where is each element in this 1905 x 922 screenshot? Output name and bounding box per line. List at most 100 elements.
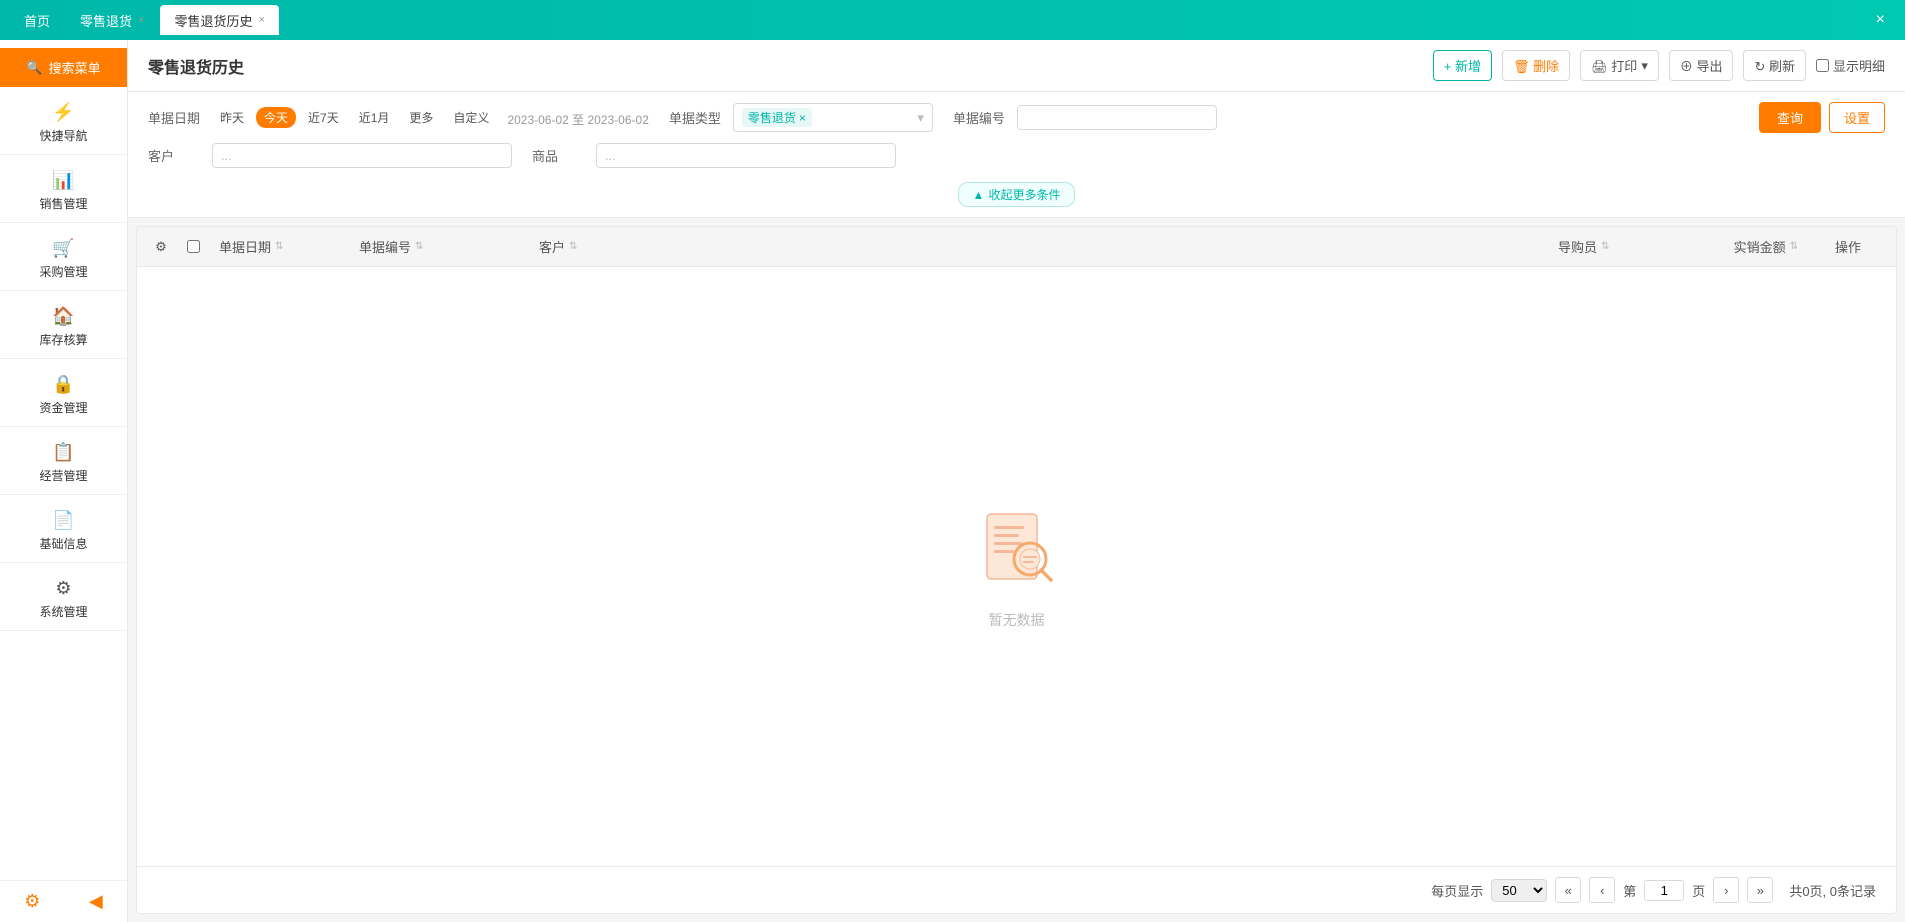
show-detail-checkbox-label[interactable]: 显示明细 [1816, 56, 1885, 75]
main-content: 零售退货历史 + 新增 🗑 删除 🖨 打印 ▾ ⊕ 导出 ↻ 刷新 [128, 40, 1905, 922]
sort-amount-icon[interactable]: ⇅ [1790, 241, 1798, 252]
page-label: 第 [1623, 881, 1636, 900]
system-icon: ⚙ [53, 577, 75, 599]
collapse-row: ▲ 收起更多条件 [148, 178, 1885, 207]
sidebar-search[interactable]: 🔍 搜索菜单 [0, 48, 127, 87]
quick-nav-icon: ⚡ [53, 101, 75, 123]
page-header: 零售退货历史 + 新增 🗑 删除 🖨 打印 ▾ ⊕ 导出 ↻ 刷新 [128, 40, 1905, 92]
prev-page-button[interactable]: ‹ [1589, 877, 1615, 903]
home-tab-label: 首页 [24, 11, 50, 30]
customer-select[interactable]: ... [212, 143, 512, 168]
date-range-display: 2023-06-02 至 2023-06-02 [507, 111, 648, 128]
sidebar-item-operations[interactable]: 📋 经营管理 [0, 427, 127, 495]
sidebar-item-purchase[interactable]: 🛒 采购管理 [0, 223, 127, 291]
sort-date-icon[interactable]: ⇅ [275, 241, 283, 252]
th-number: 单据编号 ⇅ [349, 237, 529, 256]
refresh-button-label: ↻ 刷新 [1754, 56, 1795, 75]
export-button[interactable]: ⊕ 导出 [1669, 50, 1734, 81]
tab1-label: 零售退货 [80, 11, 132, 30]
th-number-label: 单据编号 [359, 237, 411, 256]
sidebar-item-finance[interactable]: 🔒 资金管理 [0, 359, 127, 427]
voucher-type-tag: 零售退货 × [742, 108, 812, 127]
sort-customer-icon[interactable]: ⇅ [569, 241, 577, 252]
goods-select[interactable]: ... [596, 143, 896, 168]
collapse-sidebar-icon[interactable]: ◀ [89, 891, 103, 912]
th-checkbox[interactable] [177, 240, 209, 253]
last-page-button[interactable]: » [1747, 877, 1773, 903]
sidebar-item-label: 销售管理 [39, 195, 87, 212]
add-button[interactable]: + 新增 [1433, 50, 1492, 81]
voucher-type-label: 单据类型 [669, 108, 725, 127]
voucher-number-input[interactable] [1017, 105, 1217, 130]
sidebar-bottom: ⚙ ◀ [0, 880, 127, 922]
date-filter: 单据日期 昨天 今天 近7天 近1月 更多 自定义 [148, 107, 497, 128]
page-unit-label: 页 [1692, 881, 1705, 900]
delete-button-label: 🗑 删除 [1513, 56, 1559, 75]
customer-filter: 客户 ... [148, 143, 512, 168]
inventory-icon: 🏠 [53, 305, 75, 327]
finance-icon: 🔒 [53, 373, 75, 395]
th-action-label: 操作 [1835, 237, 1861, 256]
date-btn-custom[interactable]: 自定义 [445, 107, 497, 128]
sidebar-item-label: 基础信息 [39, 535, 87, 552]
delete-button[interactable]: 🗑 删除 [1502, 50, 1570, 81]
filter-row-1: 单据日期 昨天 今天 近7天 近1月 更多 自定义 2023-06-02 至 2… [148, 102, 1885, 133]
sidebar-item-label: 系统管理 [39, 603, 87, 620]
per-page-select[interactable]: 10 20 50 100 [1491, 879, 1547, 902]
date-btn-7days[interactable]: 近7天 [300, 107, 347, 128]
top-bar: 首页 零售退货 × 零售退货历史 × × [0, 0, 1905, 40]
print-button[interactable]: 🖨 打印 ▾ [1580, 50, 1659, 81]
sales-icon: 📊 [53, 169, 75, 191]
customer-placeholder: ... [221, 148, 232, 163]
th-settings[interactable]: ⚙ [145, 239, 177, 255]
empty-text: 暂无数据 [989, 610, 1045, 630]
collapse-button[interactable]: ▲ 收起更多条件 [958, 182, 1076, 207]
tab2-label: 零售退货历史 [174, 11, 252, 30]
select-all-checkbox[interactable] [187, 240, 200, 253]
refresh-button[interactable]: ↻ 刷新 [1743, 50, 1806, 81]
sidebar-item-label: 资金管理 [39, 399, 87, 416]
sidebar-item-sales[interactable]: 📊 销售管理 [0, 155, 127, 223]
tab1-close-icon[interactable]: × [138, 14, 144, 26]
th-date: 单据日期 ⇅ [209, 237, 349, 256]
filter-area: 单据日期 昨天 今天 近7天 近1月 更多 自定义 2023-06-02 至 2… [128, 92, 1905, 218]
show-detail-label: 显示明细 [1833, 56, 1885, 75]
sidebar-item-basic-info[interactable]: 📄 基础信息 [0, 495, 127, 563]
next-page-button[interactable]: › [1713, 877, 1739, 903]
sidebar-item-label: 库存核算 [39, 331, 87, 348]
basic-info-icon: 📄 [53, 509, 75, 531]
print-dropdown-icon: ▾ [1641, 58, 1648, 74]
per-page-label: 每页显示 [1431, 881, 1483, 900]
query-button[interactable]: 查询 [1759, 102, 1821, 133]
tab-retail-return[interactable]: 零售退货 × [66, 5, 158, 35]
sidebar-item-quick-nav[interactable]: ⚡ 快捷导航 [0, 87, 127, 155]
voucher-type-select[interactable]: 零售退货 × ▾ [733, 103, 933, 132]
tab-home[interactable]: 首页 [10, 5, 64, 35]
toolbar: + 新增 🗑 删除 🖨 打印 ▾ ⊕ 导出 ↻ 刷新 显示明细 [1433, 50, 1885, 81]
operations-icon: 📋 [53, 441, 75, 463]
setting-button[interactable]: 设置 [1829, 102, 1885, 133]
th-action: 操作 [1808, 237, 1888, 256]
date-range-text: 2023-06-02 至 2023-06-02 [507, 111, 648, 128]
page-number-input[interactable] [1644, 880, 1684, 901]
window-close-button[interactable]: × [1866, 11, 1895, 29]
sidebar-item-system[interactable]: ⚙ 系统管理 [0, 563, 127, 631]
date-btn-today[interactable]: 今天 [256, 107, 296, 128]
date-btn-more[interactable]: 更多 [401, 107, 441, 128]
main-layout: 🔍 搜索菜单 ⚡ 快捷导航 📊 销售管理 🛒 采购管理 🏠 库存核算 🔒 资金管… [0, 40, 1905, 922]
voucher-type-tag-label: 零售退货 [748, 109, 796, 126]
sidebar-item-inventory[interactable]: 🏠 库存核算 [0, 291, 127, 359]
search-icon: 🔍 [26, 60, 42, 76]
print-button-label: 🖨 打印 [1591, 56, 1637, 75]
date-btn-yesterday[interactable]: 昨天 [212, 107, 252, 128]
show-detail-checkbox[interactable] [1816, 59, 1829, 72]
first-page-button[interactable]: « [1555, 877, 1581, 903]
voucher-type-tag-close[interactable]: × [799, 111, 806, 125]
date-btn-1month[interactable]: 近1月 [351, 107, 398, 128]
sort-number-icon[interactable]: ⇅ [415, 241, 423, 252]
filter-row-2: 客户 ... 商品 ... [148, 143, 1885, 168]
sort-guide-icon[interactable]: ⇅ [1601, 241, 1609, 252]
tab2-close-icon[interactable]: × [258, 14, 264, 26]
tab-retail-return-history[interactable]: 零售退货历史 × [160, 5, 278, 35]
settings-bottom-icon[interactable]: ⚙ [24, 891, 40, 912]
